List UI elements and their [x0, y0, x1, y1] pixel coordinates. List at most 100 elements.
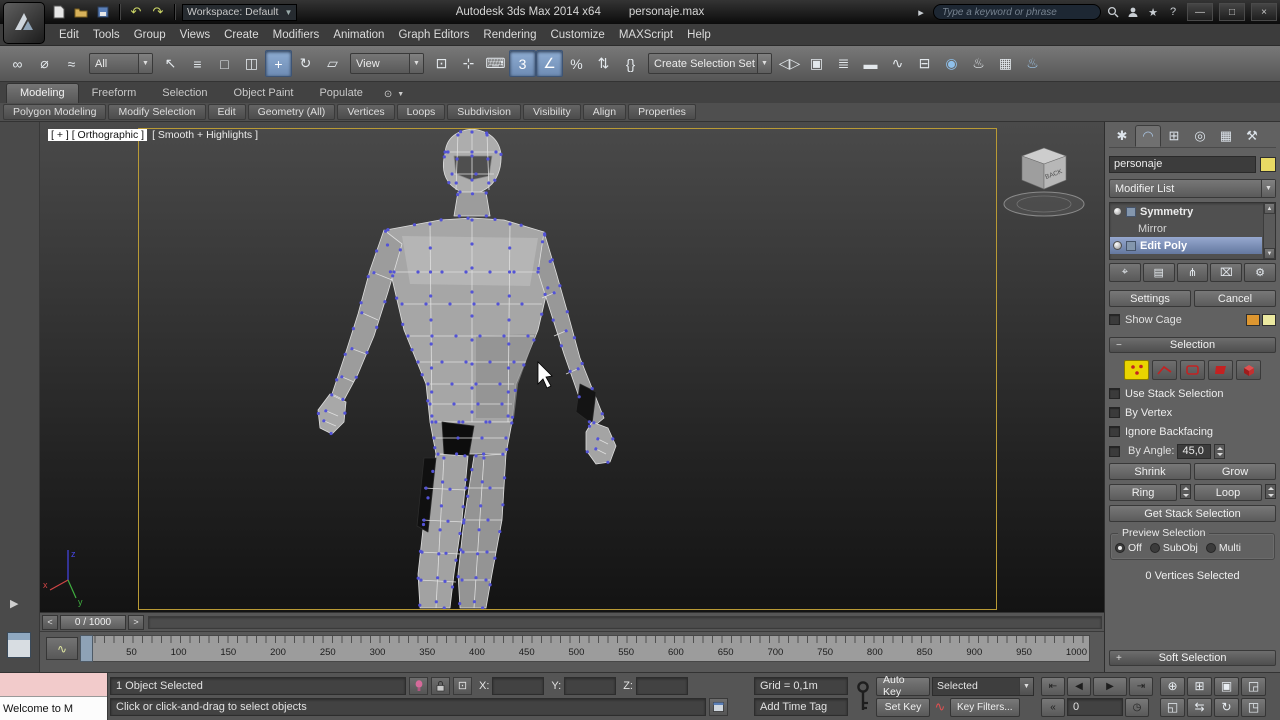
ignore-backfacing-checkbox[interactable]: Ignore Backfacing — [1109, 422, 1276, 441]
key-filters-button[interactable]: Key Filters... — [950, 697, 1020, 717]
shrink-button[interactable]: Shrink — [1109, 463, 1191, 480]
pan-icon[interactable]: ⇆ — [1187, 697, 1212, 717]
by-angle-value-field[interactable]: 45,0 — [1177, 443, 1212, 459]
menu-item[interactable]: Rendering — [476, 25, 543, 45]
make-unique-icon[interactable]: ⋔ — [1176, 263, 1209, 282]
viewport-canvas[interactable]: BACK z x y [+] [Orthographic] [Smoo… — [40, 122, 1104, 612]
isolate-selection-toggle[interactable] — [409, 676, 428, 695]
selection-rollout-header[interactable]: − Selection — [1109, 337, 1276, 353]
stack-scrollbar[interactable]: ▲ ▼ — [1263, 203, 1275, 259]
window-crossing-toggle-icon[interactable]: ◫ — [238, 50, 265, 77]
object-color-swatch[interactable] — [1260, 156, 1276, 172]
use-stack-selection-checkbox[interactable]: Use Stack Selection — [1109, 384, 1276, 403]
viewport-shading-label[interactable]: [ Smooth + Highlights ] — [152, 129, 258, 141]
keyboard-shortcut-override-icon[interactable]: ⌨ — [482, 50, 509, 77]
z-coordinate-field[interactable] — [635, 676, 688, 695]
ribbon-tab-freeform[interactable]: Freeform — [79, 84, 150, 103]
mini-curve-editor-button[interactable]: ∿ — [46, 637, 78, 660]
chevron-down-icon[interactable]: ▼ — [397, 91, 404, 98]
set-key-button[interactable]: Set Key — [876, 697, 930, 717]
ribbon-minimize-icon[interactable]: ⊙ — [384, 89, 392, 100]
configure-modifier-sets-icon[interactable]: ⚙ — [1244, 263, 1276, 282]
help-icon[interactable]: ? — [1165, 4, 1181, 20]
select-and-rotate-icon[interactable]: ↻ — [292, 50, 319, 77]
orbit-icon[interactable]: ↻ — [1214, 697, 1239, 717]
modifier-stack-row[interactable]: Mirror — [1110, 220, 1262, 237]
preview-off-radio[interactable]: Off — [1115, 542, 1142, 554]
previous-frame-arrow[interactable]: < — [42, 614, 58, 630]
schematic-view-icon[interactable]: ⊟ — [911, 50, 938, 77]
material-editor-icon[interactable]: ◉ — [938, 50, 965, 77]
object-name-field[interactable]: personaje — [1109, 155, 1256, 173]
rectangular-selection-region-icon[interactable]: □ — [211, 50, 238, 77]
menu-item[interactable]: Graph Editors — [391, 25, 476, 45]
menu-item[interactable]: Views — [173, 25, 217, 45]
menu-item[interactable]: Animation — [326, 25, 391, 45]
maximize-viewport-icon[interactable]: ◳ — [1241, 697, 1266, 717]
y-coordinate-field[interactable] — [564, 676, 617, 695]
by-angle-spinner[interactable] — [1214, 443, 1226, 459]
ring-spinner[interactable] — [1180, 484, 1191, 499]
ribbon-panel[interactable]: Polygon Modeling — [3, 104, 107, 120]
select-by-name-icon[interactable]: ≡ — [184, 50, 211, 77]
search-icon[interactable] — [1105, 4, 1121, 20]
modifier-list-dropdown[interactable]: Modifier List ▼ — [1109, 179, 1276, 198]
menu-item[interactable]: Help — [680, 25, 718, 45]
hierarchy-tab-icon[interactable]: ⊞ — [1161, 125, 1187, 147]
mini-listener-window-icon[interactable] — [7, 632, 31, 658]
save-file-icon[interactable] — [94, 3, 112, 21]
use-pivot-point-center-icon[interactable]: ⊡ — [428, 50, 455, 77]
snaps-toggle-3d-icon[interactable]: 3 — [509, 50, 536, 77]
expand-pane-arrow-icon[interactable]: ▶ — [10, 597, 18, 610]
menu-item[interactable]: Tools — [86, 25, 127, 45]
modify-tab-icon[interactable]: ◠ — [1135, 125, 1161, 147]
loop-button[interactable]: Loop — [1194, 484, 1262, 501]
border-subobject-button[interactable] — [1180, 360, 1205, 380]
zoom-all-icon[interactable]: ⊞ — [1187, 676, 1212, 696]
named-selection-set-dropdown[interactable]: Create Selection Set ▼ — [648, 53, 772, 74]
current-frame-field[interactable]: 0 — [1067, 697, 1123, 716]
cage-selected-color-swatch[interactable] — [1262, 313, 1276, 326]
radio-dot[interactable] — [1205, 543, 1216, 553]
vertex-subobject-button[interactable] — [1124, 360, 1149, 380]
ribbon-tab-selection[interactable]: Selection — [149, 84, 220, 103]
close-button[interactable]: × — [1251, 3, 1277, 21]
grow-button[interactable]: Grow — [1194, 463, 1276, 480]
ribbon-panel[interactable]: Edit — [207, 104, 246, 120]
time-slider-track[interactable] — [148, 615, 1102, 629]
display-tab-icon[interactable]: ▦ — [1213, 125, 1239, 147]
select-and-manipulate-icon[interactable]: ⊹ — [455, 50, 482, 77]
radio-dot[interactable] — [1115, 543, 1125, 553]
edit-named-selection-sets-icon[interactable]: {} — [617, 50, 644, 77]
select-and-scale-icon[interactable]: ▱ — [319, 50, 346, 77]
show-end-result-icon[interactable]: ▤ — [1142, 263, 1175, 282]
ribbon-tab-populate[interactable]: Populate — [306, 84, 375, 103]
selection-filter-dropdown[interactable]: All ▼ — [89, 53, 153, 74]
current-frame-marker[interactable] — [80, 635, 93, 662]
communication-panel-icon[interactable] — [709, 697, 728, 716]
graphite-ribbon-toggle-icon[interactable]: ▬ — [857, 50, 884, 77]
viewport-menu-label[interactable]: [ + ] [ Orthographic ] — [48, 129, 148, 141]
angle-snap-toggle-icon[interactable]: ∠ — [536, 50, 563, 77]
remove-modifier-icon[interactable]: ⌧ — [1210, 263, 1243, 282]
undo-icon[interactable]: ↶ — [127, 3, 145, 21]
x-coordinate-field[interactable] — [492, 676, 545, 695]
cage-color-swatch[interactable] — [1246, 313, 1260, 326]
unlink-selection-icon[interactable]: ⌀ — [31, 50, 58, 77]
edge-subobject-button[interactable] — [1152, 360, 1177, 380]
get-stack-selection-button[interactable]: Get Stack Selection — [1109, 505, 1276, 522]
ribbon-tab-modeling[interactable]: Modeling — [6, 83, 79, 103]
key-step-back-button[interactable]: « — [1041, 697, 1065, 717]
auto-key-button[interactable]: Auto Key — [876, 674, 930, 698]
scroll-up-icon[interactable]: ▲ — [1264, 203, 1275, 214]
open-file-icon[interactable] — [72, 3, 90, 21]
minimize-button[interactable]: — — [1187, 3, 1213, 21]
soft-selection-rollout-header[interactable]: + Soft Selection — [1109, 650, 1276, 666]
preview-subobj-radio[interactable]: SubObj — [1149, 542, 1198, 554]
ring-button[interactable]: Ring — [1109, 484, 1177, 501]
character-mesh[interactable] — [317, 128, 617, 609]
bind-to-space-warp-icon[interactable]: ≈ — [58, 50, 85, 77]
previous-frame-button[interactable]: ◀ — [1067, 676, 1091, 696]
go-to-end-button[interactable]: ⇥ — [1129, 676, 1153, 696]
percent-snap-toggle-icon[interactable]: % — [563, 50, 590, 77]
